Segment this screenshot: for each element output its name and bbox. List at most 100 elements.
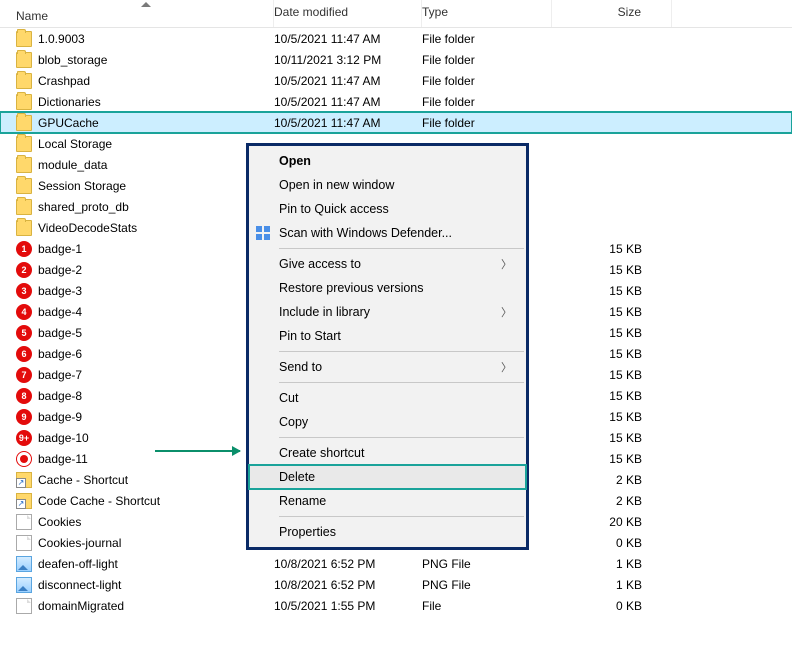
file-row[interactable]: 1.0.900310/5/2021 11:47 AMFile folder <box>0 28 792 49</box>
file-icon <box>16 535 32 551</box>
file-name: Cache - Shortcut <box>38 473 128 487</box>
file-row[interactable]: Dictionaries10/5/2021 11:47 AMFile folde… <box>0 91 792 112</box>
cell-size: 15 KB <box>552 368 672 382</box>
file-name: Code Cache - Shortcut <box>38 494 160 508</box>
cell-name: Crashpad <box>16 73 274 89</box>
badge-icon: 9+ <box>16 430 32 446</box>
file-row[interactable]: deafen-off-light10/8/2021 6:52 PMPNG Fil… <box>0 553 792 574</box>
menu-include-library[interactable]: Include in library〉 <box>249 300 526 324</box>
shortcut-icon <box>16 493 32 509</box>
menu-scan-defender[interactable]: Scan with Windows Defender... <box>249 221 526 245</box>
cell-date: 10/5/2021 11:47 AM <box>274 74 422 88</box>
cell-name: Dictionaries <box>16 94 274 110</box>
folder-icon <box>16 94 32 110</box>
context-menu: Open Open in new window Pin to Quick acc… <box>246 143 529 550</box>
column-type[interactable]: Type <box>422 0 552 27</box>
menu-restore-previous[interactable]: Restore previous versions <box>249 276 526 300</box>
column-name[interactable]: Name <box>16 0 274 27</box>
cell-name: domainMigrated <box>16 598 274 614</box>
file-row[interactable]: GPUCache10/5/2021 11:47 AMFile folder <box>0 112 792 133</box>
menu-pin-start[interactable]: Pin to Start <box>249 324 526 348</box>
cell-size: 2 KB <box>552 494 672 508</box>
cell-name: 1badge-1 <box>16 241 274 257</box>
cell-name: 1.0.9003 <box>16 31 274 47</box>
cell-size: 0 KB <box>552 536 672 550</box>
cell-size: 2 KB <box>552 473 672 487</box>
column-date[interactable]: Date modified <box>274 0 422 27</box>
badge-icon: 3 <box>16 283 32 299</box>
cell-date: 10/5/2021 11:47 AM <box>274 95 422 109</box>
png-icon <box>16 556 32 572</box>
folder-icon <box>16 199 32 215</box>
menu-send-to[interactable]: Send to〉 <box>249 355 526 379</box>
badge-icon: 5 <box>16 325 32 341</box>
cell-size: 15 KB <box>552 326 672 340</box>
file-name: badge-11 <box>38 452 88 466</box>
cell-size: 1 KB <box>552 557 672 571</box>
png-icon <box>16 577 32 593</box>
menu-open[interactable]: Open <box>249 149 526 173</box>
cell-date: 10/5/2021 1:55 PM <box>274 599 422 613</box>
cell-name: VideoDecodeStats <box>16 220 274 236</box>
cell-size: 15 KB <box>552 389 672 403</box>
cell-name: 7badge-7 <box>16 367 274 383</box>
folder-icon <box>16 52 32 68</box>
file-row[interactable]: domainMigrated 10/5/2021 1:55 PMFile0 KB <box>0 595 792 616</box>
file-name: domainMigrated <box>38 599 124 613</box>
file-row[interactable]: Crashpad10/5/2021 11:47 AMFile folder <box>0 70 792 91</box>
cell-size: 15 KB <box>552 305 672 319</box>
file-name: Cookies-journal <box>38 536 121 550</box>
badge-icon: 2 <box>16 262 32 278</box>
cell-name: 4 badge-4 <box>16 304 274 320</box>
file-row[interactable]: disconnect-light10/8/2021 6:52 PMPNG Fil… <box>0 574 792 595</box>
folder-icon <box>16 115 32 131</box>
menu-create-shortcut[interactable]: Create shortcut <box>249 441 526 465</box>
cell-name: disconnect-light <box>16 577 274 593</box>
file-name: badge-1 <box>38 242 82 256</box>
cell-type: PNG File <box>422 557 552 571</box>
cell-name: module_data <box>16 157 274 173</box>
file-name: disconnect-light <box>38 578 121 592</box>
menu-rename[interactable]: Rename <box>249 489 526 513</box>
menu-open-new-window[interactable]: Open in new window <box>249 173 526 197</box>
badge-icon: 9 <box>16 409 32 425</box>
file-name: shared_proto_db <box>38 200 129 214</box>
file-name: badge-4 <box>38 305 82 319</box>
chevron-right-icon: 〉 <box>501 359 512 375</box>
badge-icon: 8 <box>16 388 32 404</box>
column-name-label: Name <box>16 9 48 23</box>
cell-name: Cache - Shortcut <box>16 472 274 488</box>
chevron-right-icon: 〉 <box>501 304 512 320</box>
menu-cut[interactable]: Cut <box>249 386 526 410</box>
menu-properties[interactable]: Properties <box>249 520 526 544</box>
badge-icon: 4 <box>16 304 32 320</box>
file-name: 1.0.9003 <box>38 32 85 46</box>
menu-separator <box>279 248 524 249</box>
cell-type: File <box>422 599 552 613</box>
cell-type: File folder <box>422 116 552 130</box>
cell-size: 15 KB <box>552 410 672 424</box>
menu-give-access[interactable]: Give access to〉 <box>249 252 526 276</box>
cell-date: 10/5/2021 11:47 AM <box>274 32 422 46</box>
cell-size: 0 KB <box>552 599 672 613</box>
menu-pin-quick-access[interactable]: Pin to Quick access <box>249 197 526 221</box>
file-name: badge-6 <box>38 347 82 361</box>
menu-separator <box>279 516 524 517</box>
cell-name: 8badge-8 <box>16 388 274 404</box>
file-name: Cookies <box>38 515 81 529</box>
column-size[interactable]: Size <box>552 0 672 27</box>
file-name: badge-5 <box>38 326 82 340</box>
folder-icon <box>16 73 32 89</box>
menu-copy[interactable]: Copy <box>249 410 526 434</box>
cell-type: File folder <box>422 74 552 88</box>
cell-name: Cookies-journal <box>16 535 274 551</box>
cell-name: 9 badge-9 <box>16 409 274 425</box>
file-name: badge-10 <box>38 431 89 445</box>
file-name: badge-9 <box>38 410 82 424</box>
file-row[interactable]: blob_storage10/11/2021 3:12 PMFile folde… <box>0 49 792 70</box>
cell-date: 10/5/2021 11:47 AM <box>274 116 422 130</box>
folder-icon <box>16 220 32 236</box>
menu-delete[interactable]: Delete <box>249 465 526 489</box>
file-icon <box>16 514 32 530</box>
cell-name: Cookies <box>16 514 274 530</box>
